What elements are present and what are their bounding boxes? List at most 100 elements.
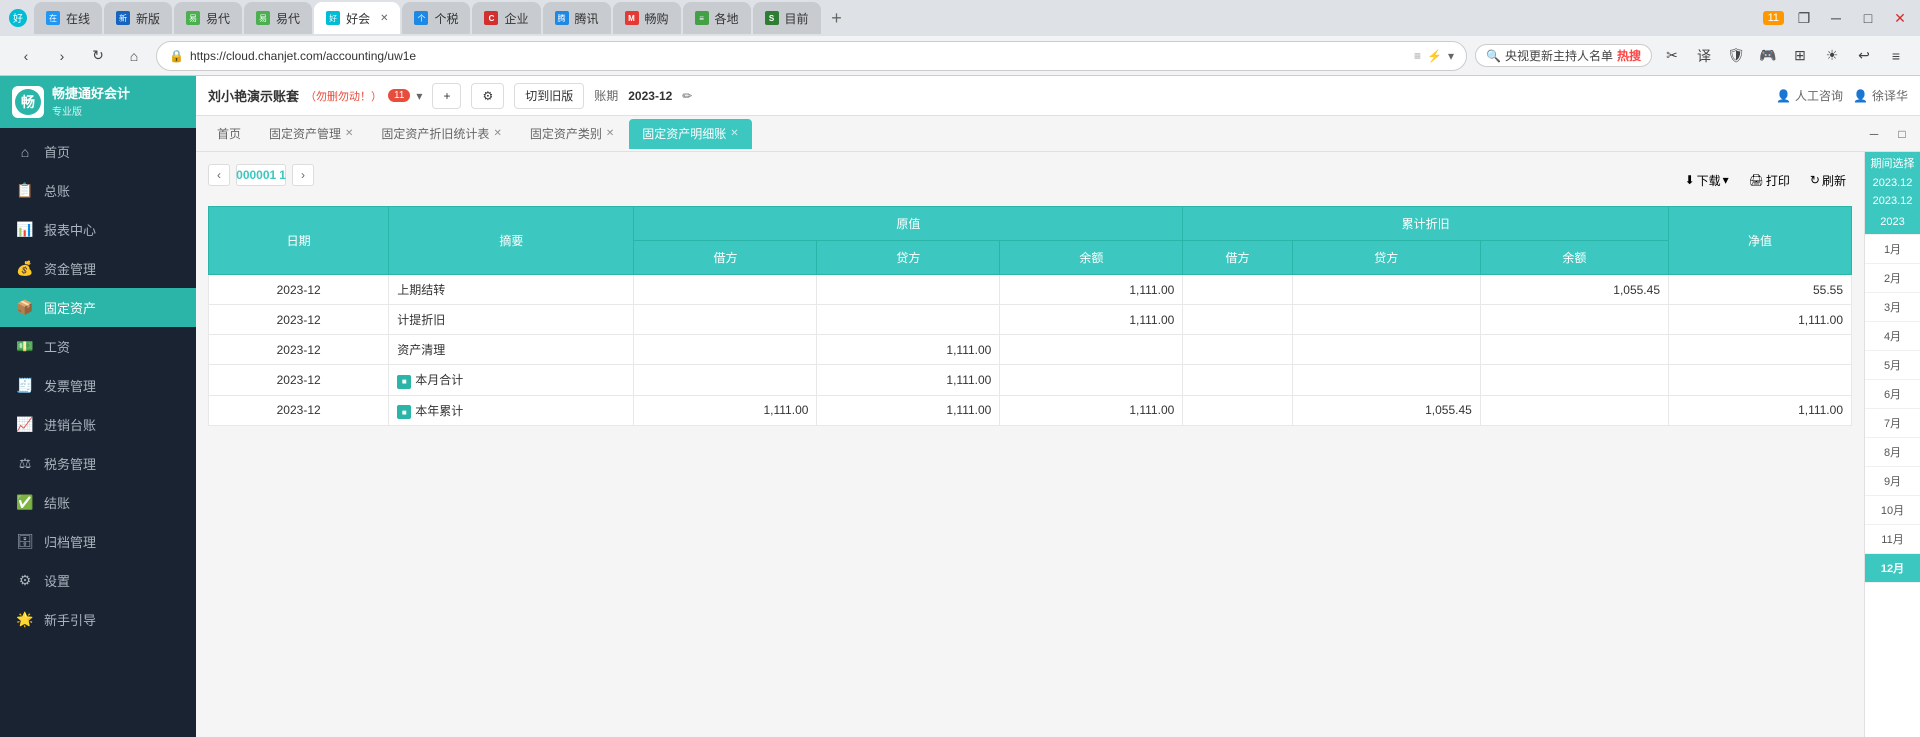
sidebar-item-invoice[interactable]: 🧾 发票管理 (0, 366, 196, 405)
url-input[interactable]: 🔒 https://cloud.chanjet.com/accounting/u… (156, 41, 1467, 71)
tab-category-close-icon[interactable]: ✕ (606, 128, 614, 139)
consult-button[interactable]: 👤 人工咨询 (1776, 87, 1843, 104)
sidebar-item-ledger[interactable]: 📋 总账 (0, 171, 196, 210)
tab-fixed-mgmt-close-icon[interactable]: ✕ (345, 128, 353, 139)
content-minimize-button[interactable]: ─ (1864, 124, 1884, 144)
browser-tab-new[interactable]: 新 新版 (104, 2, 172, 34)
sidebar-item-tax[interactable]: ⚖ 税务管理 (0, 444, 196, 483)
menu-icon[interactable]: ≡ (1884, 44, 1908, 68)
tab-close-icon[interactable]: ✕ (380, 13, 388, 24)
tab-depreciation-close-icon[interactable]: ✕ (493, 128, 501, 139)
brightness-icon[interactable]: ☀ (1820, 44, 1844, 68)
close-window-button[interactable]: ✕ (1888, 6, 1912, 30)
period-month-4[interactable]: 4月 (1865, 322, 1920, 351)
salary-icon: 💵 (16, 338, 34, 356)
sidebar-item-checkout[interactable]: ✅ 结账 (0, 483, 196, 522)
tab-category[interactable]: 固定资产类别 ✕ (517, 119, 627, 149)
tab-detail-close-icon[interactable]: ✕ (730, 128, 738, 139)
period-month-9[interactable]: 9月 (1865, 467, 1920, 496)
browser-tab-geshui[interactable]: 个 个税 (402, 2, 470, 34)
prev-page-button[interactable]: ‹ (208, 164, 230, 186)
grid-icon[interactable]: ⊞ (1788, 44, 1812, 68)
sidebar-label-reports: 报表中心 (44, 220, 96, 239)
guide-icon: 🌟 (16, 611, 34, 629)
sidebar-item-funds[interactable]: 💰 资金管理 (0, 249, 196, 288)
sidebar-item-reports[interactable]: 📊 报表中心 (0, 210, 196, 249)
scissors-icon[interactable]: ✂ (1660, 44, 1684, 68)
browser-tab-gedi[interactable]: ≡ 各地 (683, 2, 751, 34)
account-dropdown-icon[interactable]: ▾ (416, 89, 422, 103)
refresh-button[interactable]: ↻ (84, 42, 112, 70)
forward-button[interactable]: › (48, 42, 76, 70)
browser-tab-tencent[interactable]: 腾 腾讯 (543, 2, 611, 34)
sidebar-item-fixed-assets[interactable]: 📦 固定资产 (0, 288, 196, 327)
sidebar-item-stock[interactable]: 📈 进销台账 (0, 405, 196, 444)
cell-summary: 计提折旧 (389, 305, 634, 335)
period-month-1[interactable]: 1月 (1865, 235, 1920, 264)
user-button[interactable]: 👤 徐译华 (1853, 87, 1908, 104)
period-month-5[interactable]: 5月 (1865, 351, 1920, 380)
browser-tab-yidai2[interactable]: 易 易代 (244, 2, 312, 34)
cell-depr-balance (1480, 335, 1668, 365)
print-button[interactable]: 🖨 打印 (1743, 170, 1796, 191)
translate-icon[interactable]: 译 (1692, 44, 1716, 68)
restore-window-button[interactable]: ❐ (1792, 6, 1816, 30)
period-month-6[interactable]: 6月 (1865, 380, 1920, 409)
new-tab-button[interactable]: + (823, 4, 851, 32)
tab-depreciation[interactable]: 固定资产折旧统计表 ✕ (368, 119, 514, 149)
next-page-button[interactable]: › (292, 164, 314, 186)
period-month-3[interactable]: 3月 (1865, 293, 1920, 322)
tab-label: 新版 (136, 10, 160, 27)
sidebar-item-archive[interactable]: 🗄 归档管理 (0, 522, 196, 561)
period-year[interactable]: 2023 (1865, 210, 1920, 235)
tab-fixed-mgmt[interactable]: 固定资产管理 ✕ (256, 119, 366, 149)
browser-tab-yidai1[interactable]: 易 易代 (174, 2, 242, 34)
edit-period-icon[interactable]: ✏ (682, 89, 692, 103)
shield-icon[interactable]: 🛡 (1724, 44, 1748, 68)
tab-label: 腾讯 (575, 10, 599, 27)
period-month-10[interactable]: 10月 (1865, 496, 1920, 525)
home-nav-button[interactable]: ⌂ (120, 42, 148, 70)
tab-depreciation-label: 固定资产折旧统计表 (381, 125, 489, 142)
url-dropdown-icon[interactable]: ▾ (1448, 49, 1454, 63)
browser-tab-chang[interactable]: M 畅购 (613, 2, 681, 34)
sidebar-item-guide[interactable]: 🌟 新手引导 (0, 600, 196, 639)
maximize-window-button[interactable]: □ (1856, 6, 1880, 30)
gamepad-icon[interactable]: 🎮 (1756, 44, 1780, 68)
home-icon: ⌂ (16, 143, 34, 161)
back-button[interactable]: ‹ (12, 42, 40, 70)
sidebar-item-home[interactable]: ⌂ 首页 (0, 132, 196, 171)
browser-tab-qiye[interactable]: C 企业 (472, 2, 540, 34)
content-maximize-button[interactable]: □ (1892, 124, 1912, 144)
cell-net-value (1669, 335, 1852, 365)
cell-summary: ■本月合计 (389, 365, 634, 396)
cell-net-value: 1,111.00 (1669, 395, 1852, 426)
period-month-12[interactable]: 12月 (1865, 554, 1920, 583)
download-button[interactable]: ⬇ 下载 ▾ (1679, 170, 1735, 191)
browser-tab-online[interactable]: 在 在线 (34, 2, 102, 34)
tab-home-label: 首页 (217, 125, 241, 142)
sidebar-item-settings[interactable]: ⚙ 设置 (0, 561, 196, 600)
tab-home[interactable]: 首页 (204, 119, 254, 149)
browser-tab-haokuai[interactable]: 好 好会 ✕ (314, 2, 400, 34)
period-month-7[interactable]: 7月 (1865, 409, 1920, 438)
sidebar-item-salary[interactable]: 💵 工资 (0, 327, 196, 366)
minimize-window-button[interactable]: ─ (1824, 6, 1848, 30)
switch-version-button[interactable]: 切到旧版 (514, 83, 584, 109)
settings-small-button[interactable]: ⚙ (471, 83, 504, 109)
stock-icon: 📈 (16, 416, 34, 434)
search-box[interactable]: 🔍 央视更新主持人名单 热搜 (1475, 44, 1652, 67)
table-row: 2023-12 ■本月合计 1,111.00 (209, 365, 1852, 396)
cell-orig-debit (634, 335, 817, 365)
main-topbar: 刘小艳演示账套 （勿删勿动！） 11 ▾ + ⚙ 切到旧版 账期 2023-12… (196, 76, 1920, 116)
tab-detail[interactable]: 固定资产明细账 ✕ (629, 119, 751, 149)
period-month-11[interactable]: 11月 (1865, 525, 1920, 554)
period-month-2[interactable]: 2月 (1865, 264, 1920, 293)
browser-favicon: 好 (8, 8, 28, 28)
period-month-8[interactable]: 8月 (1865, 438, 1920, 467)
refresh-data-button[interactable]: ↻ 刷新 (1804, 170, 1852, 191)
cell-orig-debit (634, 305, 817, 335)
undo-icon[interactable]: ↩ (1852, 44, 1876, 68)
browser-tab-muqian[interactable]: S 目前 (753, 2, 821, 34)
add-account-button[interactable]: + (432, 83, 461, 109)
